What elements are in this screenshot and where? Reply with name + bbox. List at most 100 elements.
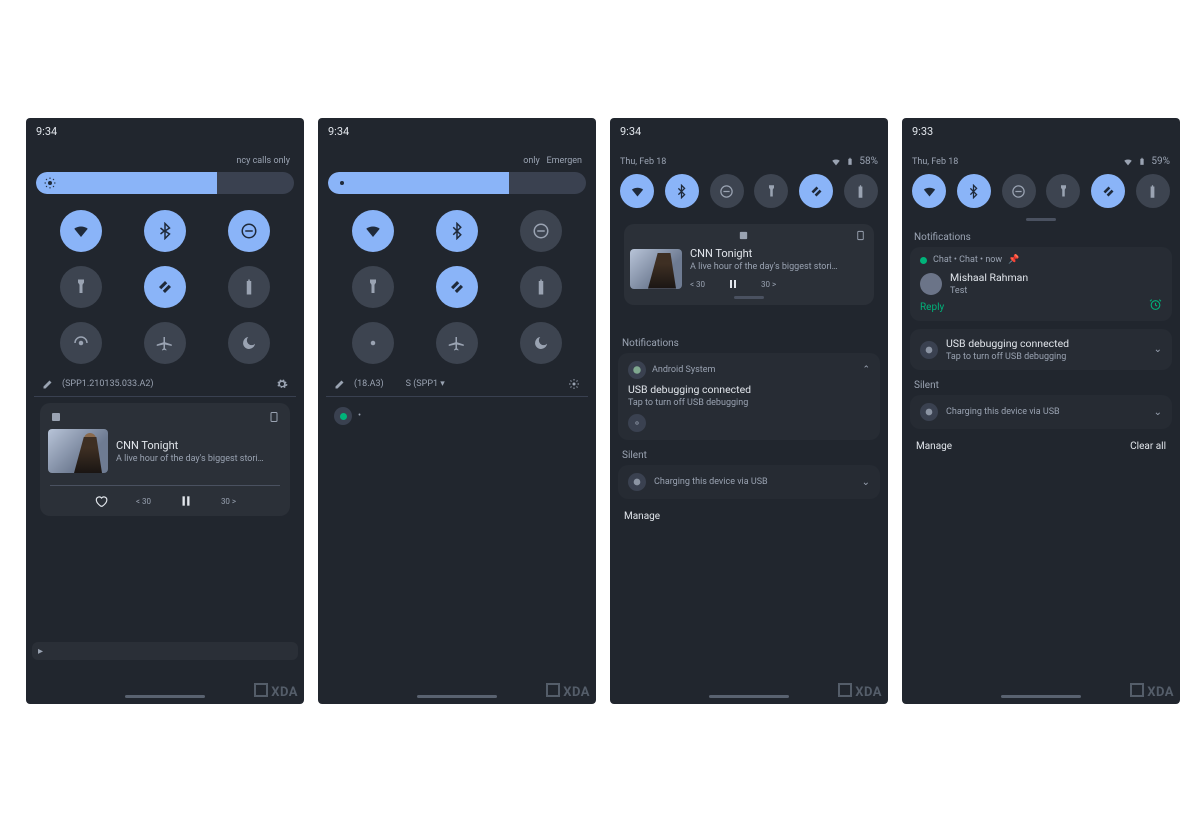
dnd-tile[interactable] (228, 210, 270, 252)
qs-date-row: Thu, Feb 18 59% (912, 156, 1170, 167)
brightness-slider[interactable] (328, 172, 586, 194)
pause-icon[interactable] (727, 278, 739, 290)
forward-button[interactable]: 30 > (221, 497, 236, 506)
airplane-tile[interactable] (436, 322, 478, 364)
android-system-icon (920, 403, 938, 421)
qs-drag-handle[interactable] (1026, 218, 1056, 221)
bluetooth-tile[interactable] (144, 210, 186, 252)
notif-settings-icon[interactable] (628, 414, 646, 432)
chevron-down-icon[interactable]: ⌄ (862, 477, 870, 488)
silent-section-label: Silent (622, 450, 876, 461)
notifications-section-label: Notifications (622, 338, 876, 349)
rewind-button[interactable]: < 30 (136, 497, 151, 506)
brightness-slider[interactable] (36, 172, 294, 194)
dnd-tile[interactable] (520, 210, 562, 252)
chevron-down-icon[interactable]: ⌄ (1154, 344, 1162, 355)
bluetooth-tile[interactable] (957, 174, 991, 208)
media-progress-bar[interactable] (50, 485, 280, 486)
quick-settings-expanded: ncy calls only (34, 150, 296, 516)
expand-icon: ▸ (38, 646, 43, 657)
nearby-share-tile[interactable] (60, 322, 102, 364)
nearby-share-tile[interactable] (352, 322, 394, 364)
flashlight-tile[interactable] (754, 174, 788, 208)
edit-tiles-icon[interactable] (334, 378, 346, 390)
dnd-tile[interactable] (1002, 174, 1036, 208)
avatar (920, 273, 942, 295)
night-light-tile[interactable] (520, 322, 562, 364)
silent-section-label: Silent (914, 380, 1168, 391)
media-player-card[interactable]: CNN Tonight A live hour of the day's big… (624, 224, 874, 305)
bluetooth-tile[interactable] (436, 210, 478, 252)
output-device-icon[interactable] (268, 411, 280, 423)
phone-4: 9:33 Thu, Feb 18 59% Notifications (902, 118, 1180, 704)
autorotate-tile[interactable] (799, 174, 833, 208)
manage-button[interactable]: Manage (916, 441, 952, 452)
dnd-tile[interactable] (710, 174, 744, 208)
home-indicator[interactable] (417, 695, 497, 698)
wifi-tile[interactable] (912, 174, 946, 208)
battery-status-icon (1138, 156, 1146, 167)
phone-3: 9:34 Thu, Feb 18 58% (610, 118, 888, 704)
usb-debugging-notification[interactable]: USB debugging connected Tap to turn off … (910, 329, 1172, 370)
collapsed-dot: • (358, 411, 361, 421)
autorotate-tile[interactable] (436, 266, 478, 308)
quick-settings-expanded: only Emergen (326, 150, 588, 429)
reply-button[interactable]: Reply (920, 302, 944, 313)
battery-saver-tile[interactable] (520, 266, 562, 308)
settings-icon[interactable] (276, 378, 288, 390)
chevron-up-icon[interactable]: ⌃ (862, 365, 870, 375)
charging-notification[interactable]: Charging this device via USB ⌄ (618, 465, 880, 499)
bluetooth-tile[interactable] (665, 174, 699, 208)
bottom-notification-strip[interactable]: ▸ (32, 642, 298, 660)
notif-subtitle: Tap to turn off USB debugging (946, 352, 1146, 362)
wifi-tile[interactable] (620, 174, 654, 208)
notification-collapsed-row[interactable]: • (326, 403, 588, 429)
wifi-tile[interactable] (60, 210, 102, 252)
build-label-a: (18.A3) (354, 379, 384, 389)
media-title: CNN Tonight (690, 247, 868, 260)
autorotate-tile[interactable] (144, 266, 186, 308)
autorotate-tile[interactable] (1091, 174, 1125, 208)
media-player-card[interactable]: CNN Tonight A live hour of the day's big… (40, 403, 290, 516)
pause-icon[interactable] (179, 494, 193, 508)
qs-tile-row (912, 174, 1170, 208)
favorite-icon[interactable] (94, 494, 108, 508)
edit-tiles-icon[interactable] (42, 378, 54, 390)
home-indicator[interactable] (709, 695, 789, 698)
silent-item-label: Charging this device via USB (654, 477, 768, 487)
status-clock: 9:33 (912, 125, 933, 138)
manage-button[interactable]: Manage (624, 511, 660, 522)
flashlight-tile[interactable] (60, 266, 102, 308)
clear-all-button[interactable]: Clear all (1130, 441, 1166, 452)
rewind-button[interactable]: < 30 (690, 280, 705, 289)
alarm-icon[interactable] (1149, 298, 1162, 311)
wifi-status-icon (831, 157, 841, 167)
home-indicator[interactable] (125, 695, 205, 698)
chat-app-icon (920, 257, 927, 264)
xda-watermark: XDA (546, 683, 590, 700)
battery-saver-tile[interactable] (844, 174, 878, 208)
build-label-b: S (SPP1 ▾ (406, 379, 445, 389)
home-indicator[interactable] (1001, 695, 1081, 698)
qs-tile-row (620, 174, 878, 208)
wifi-tile[interactable] (352, 210, 394, 252)
settings-icon[interactable] (568, 378, 580, 390)
battery-saver-tile[interactable] (228, 266, 270, 308)
night-light-tile[interactable] (228, 322, 270, 364)
media-drag-handle[interactable] (734, 296, 764, 299)
chat-header: Chat • Chat • now (933, 255, 1002, 265)
battery-pct: 58% (859, 156, 878, 167)
usb-debugging-notification[interactable]: Android System ⌃ USB debugging connected… (618, 353, 880, 440)
flashlight-tile[interactable] (352, 266, 394, 308)
flashlight-tile[interactable] (1046, 174, 1080, 208)
output-device-icon[interactable] (855, 230, 866, 241)
chat-sender-name: Mishaal Rahman (950, 271, 1028, 284)
chat-notification[interactable]: Chat • Chat • now 📌 Mishaal Rahman Test … (910, 247, 1172, 321)
media-album-art (48, 429, 108, 473)
chevron-down-icon[interactable]: ⌄ (1154, 407, 1162, 418)
forward-button[interactable]: 30 > (761, 280, 776, 289)
battery-saver-tile[interactable] (1136, 174, 1170, 208)
chat-message: Test (950, 286, 1028, 296)
charging-notification[interactable]: Charging this device via USB ⌄ (910, 395, 1172, 429)
airplane-tile[interactable] (144, 322, 186, 364)
